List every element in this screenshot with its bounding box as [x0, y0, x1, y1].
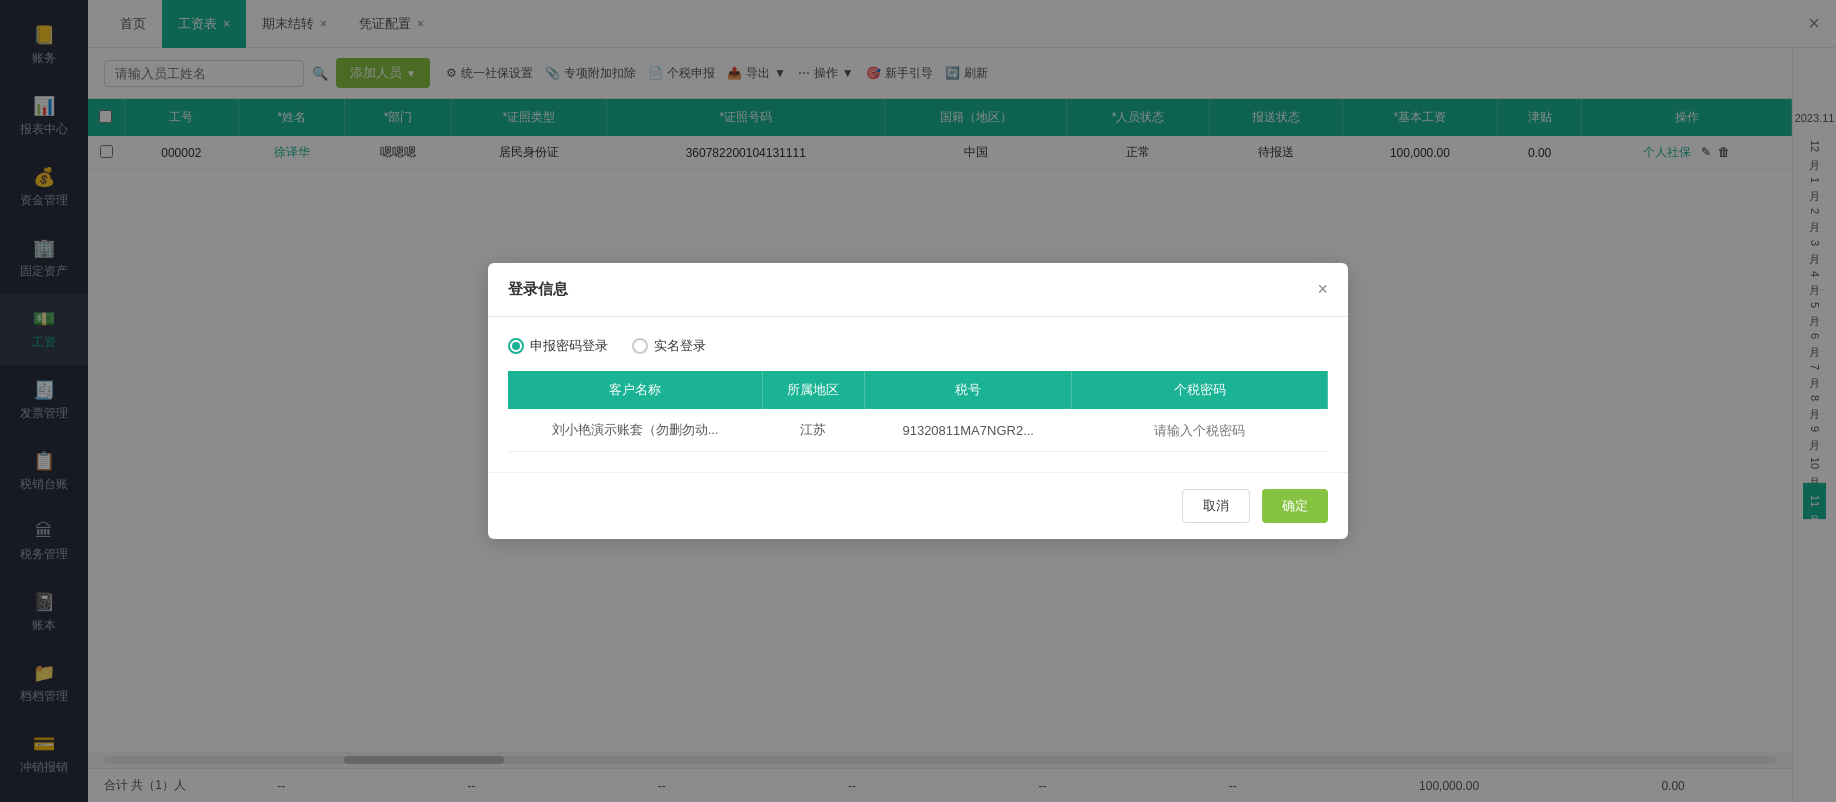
login-dialog: 登录信息 × 申报密码登录 实名登录 客户名称 所属地区 — [488, 263, 1348, 539]
dialog-title: 登录信息 — [508, 280, 568, 299]
confirm-button[interactable]: 确定 — [1262, 489, 1328, 523]
client-row: 刘小艳演示账套（勿删勿动... 江苏 91320811MA7NGR2... — [508, 409, 1328, 452]
dialog-col-region: 所属地区 — [762, 371, 865, 409]
radio-realname-login[interactable]: 实名登录 — [632, 337, 706, 355]
dialog-col-tax-number: 税号 — [865, 371, 1072, 409]
dialog-body: 申报密码登录 实名登录 客户名称 所属地区 税号 个税密码 — [488, 317, 1348, 472]
cell-client-region: 江苏 — [762, 409, 865, 452]
radio-password-login[interactable]: 申报密码登录 — [508, 337, 608, 355]
login-type-radio-group: 申报密码登录 实名登录 — [508, 337, 1328, 355]
radio-password-dot — [508, 338, 524, 354]
dialog-col-client: 客户名称 — [508, 371, 762, 409]
client-table: 客户名称 所属地区 税号 个税密码 刘小艳演示账套（勿删勿动... 江苏 913… — [508, 371, 1328, 452]
radio-realname-dot — [632, 338, 648, 354]
cell-client-tax-number: 91320811MA7NGR2... — [865, 409, 1072, 452]
dialog-close-button[interactable]: × — [1317, 279, 1328, 300]
cell-tax-password-input[interactable] — [1072, 409, 1328, 452]
cancel-button[interactable]: 取消 — [1182, 489, 1250, 523]
dialog-footer: 取消 确定 — [488, 472, 1348, 539]
modal-overlay[interactable]: 登录信息 × 申报密码登录 实名登录 客户名称 所属地区 — [0, 0, 1836, 802]
cell-client-name: 刘小艳演示账套（勿删勿动... — [508, 409, 762, 452]
dialog-col-password: 个税密码 — [1072, 371, 1328, 409]
tax-password-field[interactable] — [1084, 423, 1316, 438]
dialog-header: 登录信息 × — [488, 263, 1348, 317]
